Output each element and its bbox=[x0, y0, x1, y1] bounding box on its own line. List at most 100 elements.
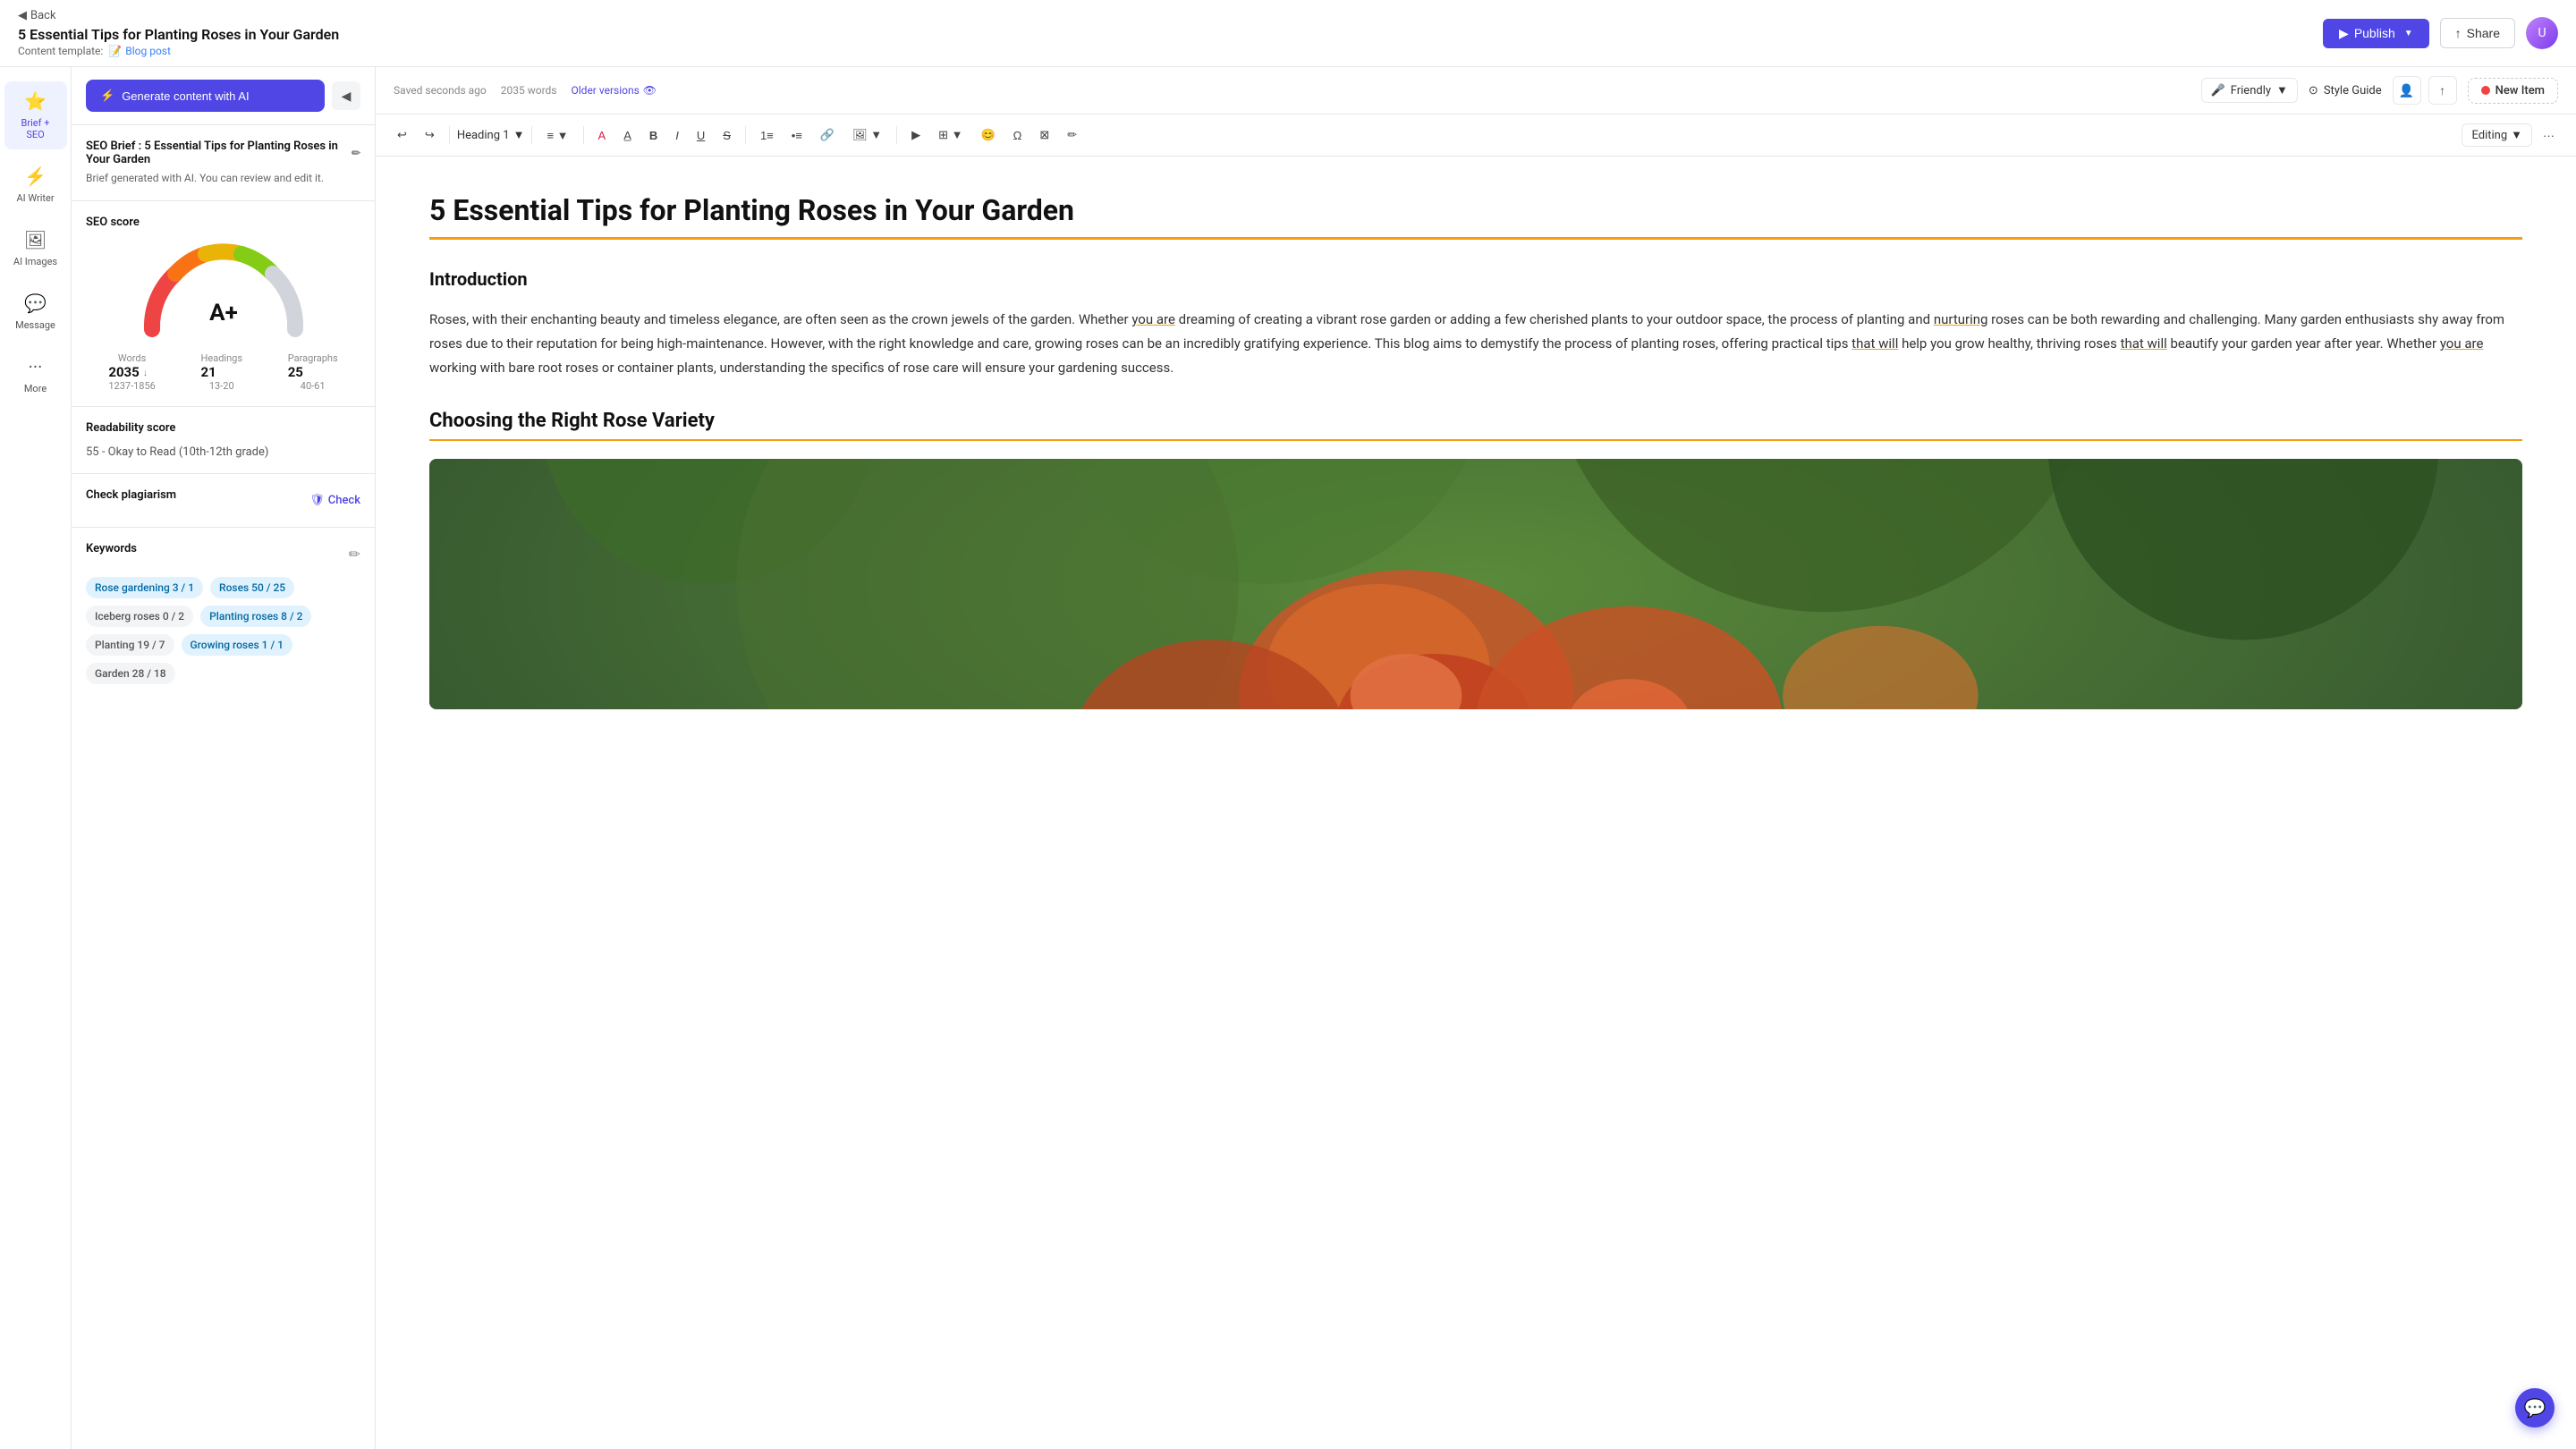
sidebar-item-more[interactable]: ··· More bbox=[4, 347, 67, 403]
seo-brief-section: SEO Brief : 5 Essential Tips for Plantin… bbox=[72, 125, 375, 201]
publish-label: Publish bbox=[2354, 26, 2395, 40]
toolbar-divider-1 bbox=[449, 126, 450, 144]
emoji-button[interactable]: 😊 bbox=[973, 122, 1002, 148]
comment-icon: 👤 bbox=[2399, 83, 2414, 98]
saved-status: Saved seconds ago bbox=[394, 84, 487, 97]
seo-brief-description: Brief generated with AI. You can review … bbox=[86, 170, 360, 186]
words-range: 1237-1856 bbox=[108, 380, 156, 392]
keyword-badge-rose-gardening: Rose gardening 3 / 1 bbox=[86, 577, 203, 598]
sidebar-item-label: Brief + SEO bbox=[12, 117, 60, 140]
article-title[interactable]: 5 Essential Tips for Planting Roses in Y… bbox=[429, 192, 2522, 240]
keyword-badge-roses: Roses 50 / 25 bbox=[210, 577, 294, 598]
back-label: Back bbox=[30, 9, 56, 22]
words-label: Words bbox=[108, 352, 156, 364]
bold-button[interactable]: B bbox=[642, 122, 665, 148]
highlight-you-are-2: you are bbox=[2440, 335, 2484, 352]
chat-bubble-button[interactable]: 💬 bbox=[2515, 1388, 2555, 1428]
italic-button[interactable]: I bbox=[668, 122, 686, 148]
editing-caret-icon: ▼ bbox=[2511, 128, 2522, 142]
sidebar-item-brief-seo[interactable]: ⭐ Brief + SEO bbox=[4, 81, 67, 149]
link-button[interactable]: 🔗 bbox=[813, 122, 842, 148]
keywords-grid: Rose gardening 3 / 1 Roses 50 / 25 Icebe… bbox=[86, 577, 360, 684]
style-guide-button[interactable]: ⊙ Style Guide bbox=[2309, 84, 2382, 97]
toolbar-divider-2 bbox=[531, 126, 532, 144]
words-number: 2035 bbox=[108, 364, 139, 380]
generate-content-button[interactable]: ⚡ Generate content with AI bbox=[86, 80, 325, 112]
undo-button[interactable]: ↩ bbox=[390, 122, 414, 148]
paragraphs-range: 40-61 bbox=[288, 380, 338, 392]
word-count: 2035 words bbox=[501, 84, 557, 97]
heading-type-label: Heading 1 bbox=[457, 129, 510, 142]
editor-content[interactable]: 5 Essential Tips for Planting Roses in Y… bbox=[376, 157, 2576, 1449]
user-avatar[interactable]: U bbox=[2526, 17, 2558, 49]
eye-icon: 👁 bbox=[643, 84, 657, 97]
brief-seo-icon: ⭐ bbox=[24, 90, 47, 112]
keyword-badge-growing-roses: Growing roses 1 / 1 bbox=[182, 634, 292, 656]
text-color-button[interactable]: A bbox=[591, 122, 614, 148]
header-left: ◀ Back 5 Essential Tips for Planting Ros… bbox=[18, 9, 339, 57]
unordered-list-button[interactable]: •≡ bbox=[784, 122, 809, 148]
format-toolbar: ↩ ↪ Heading 1 ▼ ≡ ▼ A A̲ B I U S 1≡ •≡ 🔗… bbox=[376, 114, 2576, 157]
share-button[interactable]: ↑ Share bbox=[2440, 18, 2515, 48]
intro-paragraph[interactable]: Roses, with their enchanting beauty and … bbox=[429, 308, 2522, 380]
more-icon: ··· bbox=[29, 356, 43, 377]
table-button[interactable]: ⊞ ▼ bbox=[931, 122, 970, 148]
sidebar-item-ai-images[interactable]: 🖼 AI Images bbox=[4, 220, 67, 276]
highlight-button[interactable]: A̲ bbox=[616, 122, 639, 148]
underline-button[interactable]: U bbox=[690, 122, 712, 148]
strikethrough-button[interactable]: S bbox=[716, 122, 738, 148]
older-versions-button[interactable]: Older versions 👁 bbox=[572, 84, 657, 97]
edit-brief-icon[interactable]: ✏ bbox=[352, 147, 360, 159]
seo-score-section: SEO score A+ bbox=[72, 201, 375, 407]
tone-selector[interactable]: 🎤 Friendly ▼ bbox=[2201, 78, 2298, 103]
highlight-nurturing: nurturing bbox=[1934, 311, 1988, 327]
headings-stat: Headings 21 13-20 bbox=[201, 352, 242, 392]
redo-button[interactable]: ↪ bbox=[418, 122, 442, 148]
highlight-that-will-2: that will bbox=[2121, 335, 2167, 352]
share-icon-button[interactable]: ↑ bbox=[2428, 76, 2457, 105]
microphone-icon: 🎤 bbox=[2211, 84, 2225, 97]
ai-images-icon: 🖼 bbox=[24, 229, 47, 250]
generate-btn-label: Generate content with AI bbox=[122, 89, 249, 103]
new-item-button[interactable]: New Item bbox=[2468, 78, 2558, 104]
special-char-button[interactable]: Ω bbox=[1006, 122, 1030, 148]
toolbar-divider-5 bbox=[896, 126, 897, 144]
image-button[interactable]: 🖼 ▼ bbox=[845, 122, 889, 148]
intro-heading[interactable]: Introduction bbox=[429, 268, 2522, 290]
seo-score-label: SEO score bbox=[86, 216, 360, 229]
lightning-icon: ⚡ bbox=[100, 89, 114, 103]
keyword-badge-iceberg-roses: Iceberg roses 0 / 2 bbox=[86, 606, 193, 627]
check-plagiarism-button[interactable]: 🛡 Check bbox=[309, 494, 360, 507]
ordered-list-button[interactable]: 1≡ bbox=[753, 122, 781, 148]
readability-value: 55 - Okay to Read (10th-12th grade) bbox=[86, 445, 360, 459]
editing-mode-selector[interactable]: Editing ▼ bbox=[2462, 123, 2532, 147]
edit-icon-button[interactable]: ✏ bbox=[1060, 122, 1084, 148]
align-button[interactable]: ≡ ▼ bbox=[539, 122, 575, 148]
svg-text:A+: A+ bbox=[209, 300, 238, 326]
score-stats: Words 2035 ↓ 1237-1856 Headings 21 13-20… bbox=[86, 352, 360, 392]
play-button[interactable]: ▶ bbox=[904, 122, 928, 148]
collapse-panel-button[interactable]: ◀ bbox=[332, 81, 360, 110]
sidebar-item-ai-writer[interactable]: ⚡ AI Writer bbox=[4, 157, 67, 213]
clear-format-button[interactable]: ⊠ bbox=[1032, 122, 1056, 148]
section2-heading[interactable]: Choosing the Right Rose Variety bbox=[429, 409, 2522, 442]
keywords-section: Keywords ✏ Rose gardening 3 / 1 Roses 50… bbox=[72, 528, 375, 699]
chat-icon: 💬 bbox=[2524, 1397, 2546, 1419]
heading-selector[interactable]: Heading 1 ▼ bbox=[457, 128, 525, 142]
back-button[interactable]: ◀ Back bbox=[18, 9, 339, 22]
editing-label: Editing bbox=[2471, 129, 2507, 142]
editor-area: Saved seconds ago 2035 words Older versi… bbox=[376, 67, 2576, 1449]
highlight-you-are-1: you are bbox=[1131, 311, 1175, 327]
share-small-icon: ↑ bbox=[2439, 83, 2445, 97]
comment-icon-button[interactable]: 👤 bbox=[2393, 76, 2421, 105]
more-format-button[interactable]: ··· bbox=[2536, 122, 2562, 148]
style-guide-label: Style Guide bbox=[2324, 84, 2382, 97]
edit-keywords-button[interactable]: ✏ bbox=[349, 546, 360, 564]
gauge-svg: A+ bbox=[134, 240, 313, 338]
template-badge[interactable]: 📝 Blog post bbox=[108, 45, 171, 57]
sidebar-item-message[interactable]: 💬 Message bbox=[4, 284, 67, 340]
page-title: 5 Essential Tips for Planting Roses in Y… bbox=[18, 26, 339, 43]
keyword-badge-planting: Planting 19 / 7 bbox=[86, 634, 174, 656]
publish-button[interactable]: ▶ Publish ▼ bbox=[2323, 19, 2429, 48]
publish-icon: ▶ bbox=[2339, 26, 2349, 41]
